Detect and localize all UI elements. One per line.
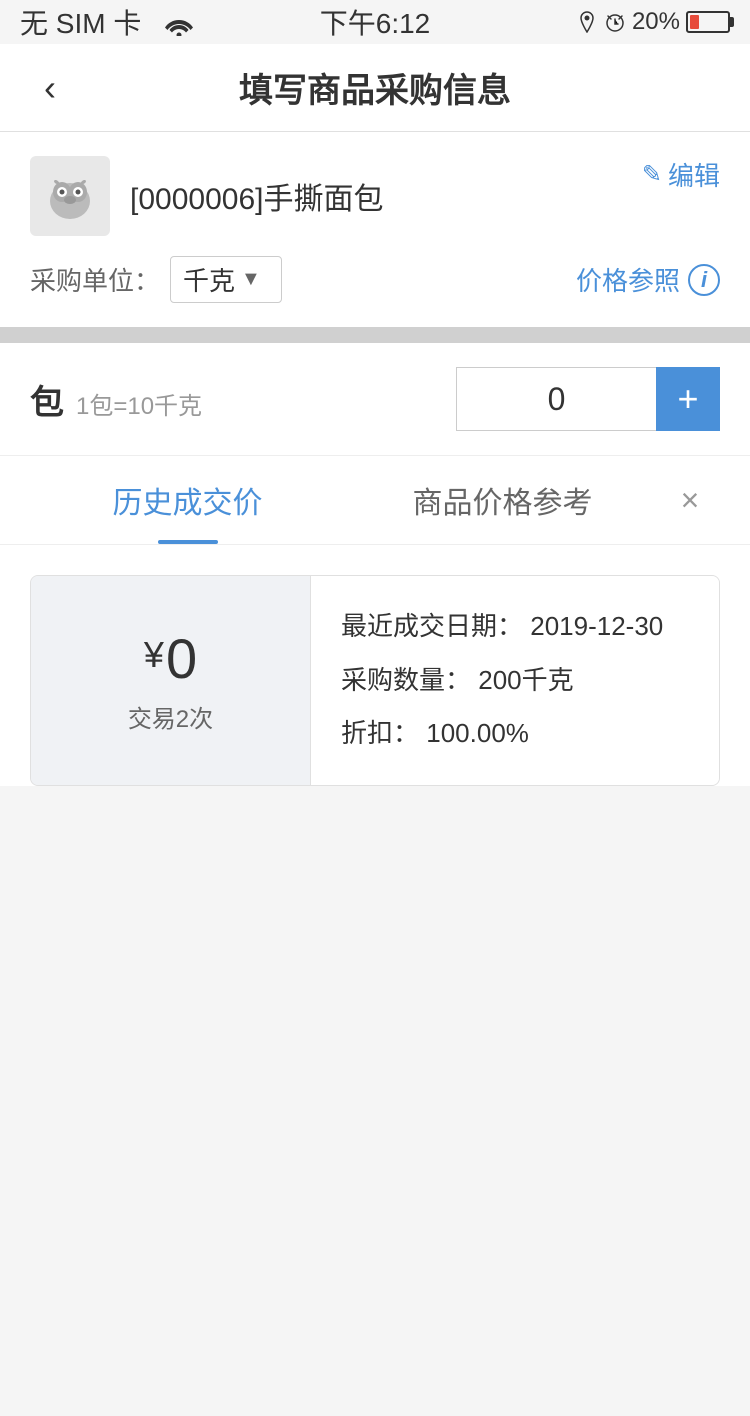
location-icon xyxy=(576,11,598,33)
dropdown-arrow-icon: ▼ xyxy=(241,268,261,291)
quantity-label: 包 1包=10千克 xyxy=(30,375,202,424)
section-divider xyxy=(0,327,750,343)
tab-panel: 历史成交价 商品价格参考 × ¥ 0 交易2次 最近成交日期： 2019-12-… xyxy=(0,456,750,786)
tab-history-price[interactable]: 历史成交价 xyxy=(30,456,345,544)
product-logo xyxy=(40,166,100,226)
info-icon: i xyxy=(688,264,720,296)
edit-icon: ✎ xyxy=(642,160,662,189)
product-card: [0000006]手撕面包 ✎ 编辑 采购单位： 千克 ▼ 价格参照 i xyxy=(0,132,750,327)
tab-product-price-ref[interactable]: 商品价格参考 xyxy=(345,456,660,544)
tab-close-button[interactable]: × xyxy=(660,470,720,530)
discount-row: 折扣： 100.00% xyxy=(341,713,689,755)
quantity-plus-button[interactable]: + xyxy=(656,367,720,431)
quantity-input[interactable] xyxy=(456,367,656,431)
alarm-icon xyxy=(604,11,626,33)
price-reference-button[interactable]: 价格参照 i xyxy=(576,261,720,298)
nav-bar: ‹ 填写商品采购信息 xyxy=(0,44,750,132)
status-time: 下午6:12 xyxy=(320,2,431,42)
status-right-icons: 20% xyxy=(576,8,730,36)
product-name: [0000006]手撕面包 xyxy=(130,174,642,218)
status-bar: 无 SIM 卡 下午6:12 20% xyxy=(0,0,750,44)
product-thumbnail xyxy=(30,156,110,236)
unit-label: 采购单位： 千克 ▼ xyxy=(30,256,282,303)
history-card: ¥ 0 交易2次 最近成交日期： 2019-12-30 采购数量： 200千克 … xyxy=(30,575,720,786)
battery-icon xyxy=(686,11,730,33)
history-detail-section: 最近成交日期： 2019-12-30 采购数量： 200千克 折扣： 100.0… xyxy=(311,576,719,785)
quantity-row: 包 1包=10千克 + xyxy=(0,343,750,456)
status-carrier: 无 SIM 卡 xyxy=(20,2,193,42)
page-title: 填写商品采购信息 xyxy=(239,63,511,112)
recent-date-row: 最近成交日期： 2019-12-30 xyxy=(341,606,689,648)
tab-active-indicator xyxy=(158,540,218,544)
history-price-display: ¥ 0 xyxy=(144,626,197,691)
unit-select[interactable]: 千克 ▼ xyxy=(170,256,282,303)
purchase-quantity-row: 采购数量： 200千克 xyxy=(341,660,689,702)
back-button[interactable]: ‹ xyxy=(20,58,80,118)
edit-button[interactable]: ✎ 编辑 xyxy=(642,156,720,193)
quantity-input-group: + xyxy=(456,367,720,431)
main-content-area xyxy=(0,816,750,1416)
history-price-section: ¥ 0 交易2次 xyxy=(31,576,311,785)
currency-symbol: ¥ xyxy=(144,634,164,676)
battery-percent: 20% xyxy=(632,8,680,36)
tab-header: 历史成交价 商品价格参考 × xyxy=(0,456,750,545)
trade-count: 交易2次 xyxy=(128,699,213,734)
quantity-conversion: 1包=10千克 xyxy=(76,386,202,421)
price-value: 0 xyxy=(166,626,197,691)
quantity-unit: 包 xyxy=(30,375,64,424)
